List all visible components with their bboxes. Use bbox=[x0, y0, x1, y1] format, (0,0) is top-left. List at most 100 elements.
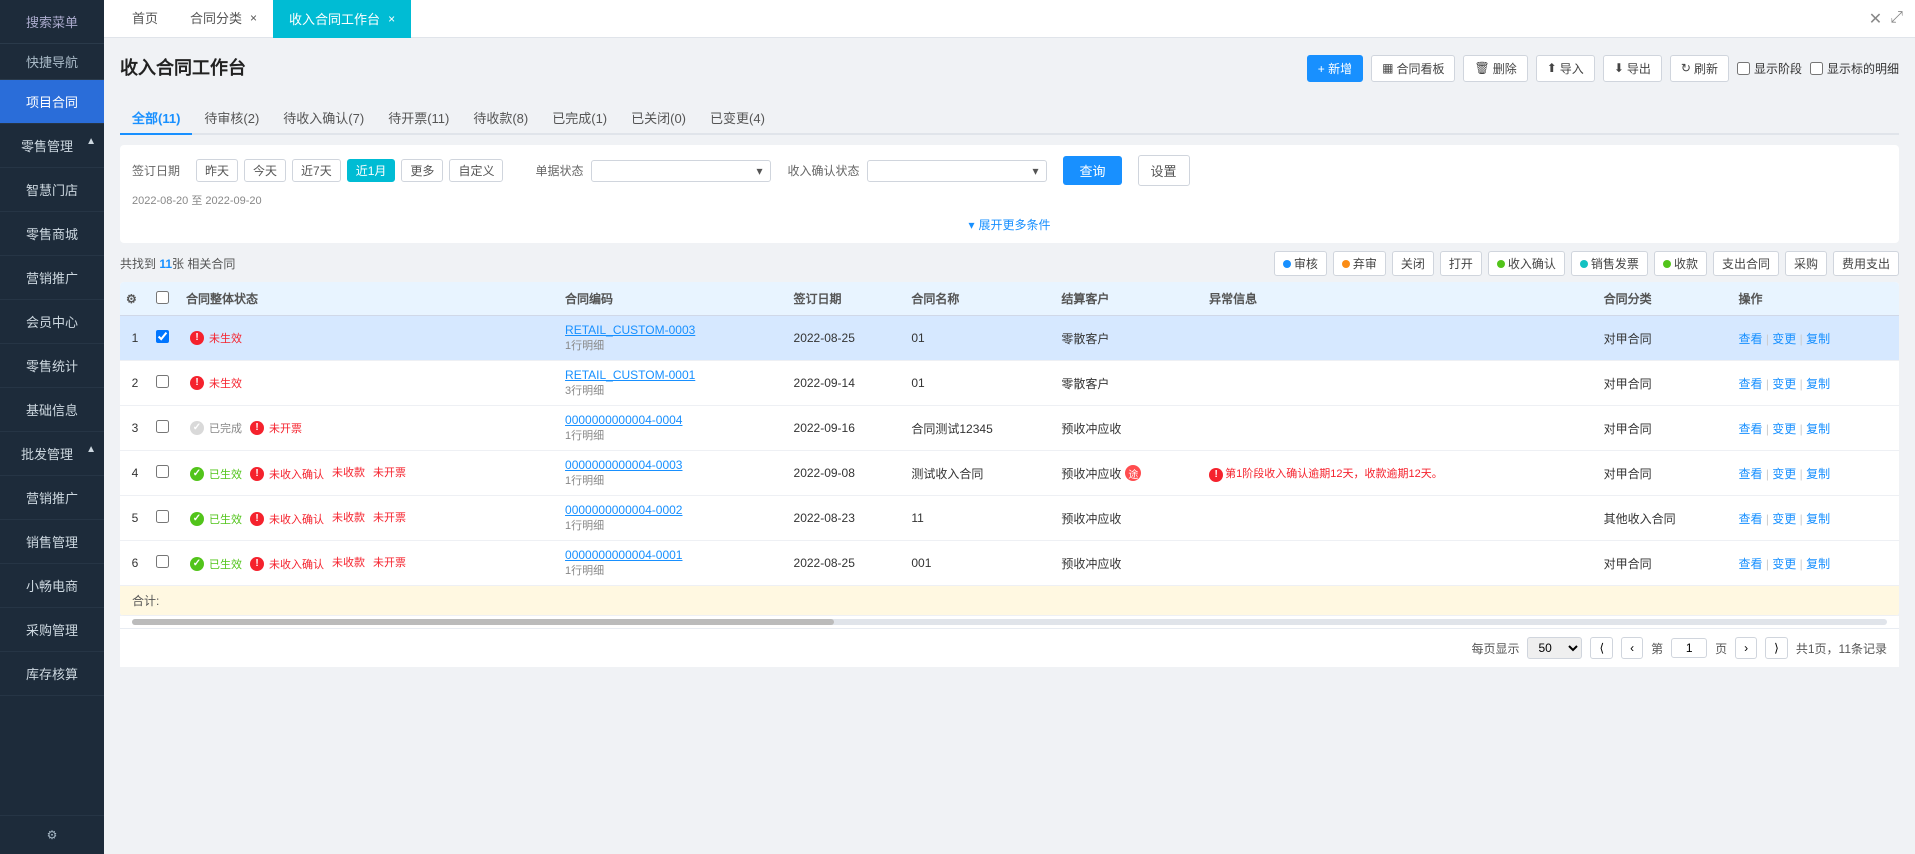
contract-code-link[interactable]: 0000000000004-0001 bbox=[565, 548, 682, 562]
row-checkbox[interactable] bbox=[150, 541, 180, 586]
edit-link[interactable]: 变更 bbox=[1772, 467, 1796, 481]
sidebar-item-基础信息[interactable]: 基础信息 bbox=[0, 388, 104, 432]
action-btn-收款[interactable]: 收款 bbox=[1654, 251, 1707, 276]
edit-link[interactable]: 变更 bbox=[1772, 422, 1796, 436]
subtab-已关闭(0)[interactable]: 已关闭(0) bbox=[619, 102, 698, 135]
contract-code-link[interactable]: 0000000000004-0004 bbox=[565, 413, 682, 427]
sidebar-item-库存核算[interactable]: 库存核算 bbox=[0, 652, 104, 696]
view-link[interactable]: 查看 bbox=[1738, 377, 1762, 391]
sidebar-item-小畅电商[interactable]: 小畅电商 bbox=[0, 564, 104, 608]
col-checkbox[interactable] bbox=[150, 282, 180, 316]
confirm-status-select[interactable]: ▾ bbox=[867, 160, 1047, 182]
edit-link[interactable]: 变更 bbox=[1772, 557, 1796, 571]
setting-button[interactable]: 设置 bbox=[1138, 155, 1190, 186]
contract-code-link[interactable]: RETAIL_CUSTOM-0001 bbox=[565, 368, 695, 382]
action-btn-收入确认[interactable]: 收入确认 bbox=[1488, 251, 1565, 276]
add-button[interactable]: + 新增 bbox=[1307, 55, 1363, 82]
subtab-待审核(2)[interactable]: 待审核(2) bbox=[192, 102, 271, 135]
close-tab-icon[interactable]: × bbox=[250, 11, 257, 25]
contract-code-link[interactable]: RETAIL_CUSTOM-0003 bbox=[565, 323, 695, 337]
sidebar-item-会员中心[interactable]: 会员中心 bbox=[0, 300, 104, 344]
subtab-待开票(11)[interactable]: 待开票(11) bbox=[376, 102, 461, 135]
page-input[interactable] bbox=[1671, 638, 1707, 658]
doc-status-select[interactable]: ▾ bbox=[591, 160, 771, 182]
copy-link[interactable]: 复制 bbox=[1806, 332, 1830, 346]
date-filter-btn-更多[interactable]: 更多 bbox=[401, 159, 443, 182]
tab-首页[interactable]: 首页 bbox=[116, 0, 174, 38]
import-button[interactable]: ⬆ 导入 bbox=[1536, 55, 1595, 82]
date-filter-btn-近7天[interactable]: 近7天 bbox=[292, 159, 341, 182]
refresh-button[interactable]: ↻ 刷新 bbox=[1670, 55, 1729, 82]
date-filter-btn-自定义[interactable]: 自定义 bbox=[449, 159, 503, 182]
action-btn-打开[interactable]: 打开 bbox=[1440, 251, 1482, 276]
action-btn-弃审[interactable]: 弃审 bbox=[1333, 251, 1386, 276]
last-page-button[interactable]: ⟩ bbox=[1765, 637, 1788, 659]
subtab-待收款(8)[interactable]: 待收款(8) bbox=[461, 102, 540, 135]
subtab-待收入确认(7)[interactable]: 待收入确认(7) bbox=[271, 102, 376, 135]
subtab-已完成(1)[interactable]: 已完成(1) bbox=[540, 102, 619, 135]
next-page-button[interactable]: › bbox=[1735, 637, 1757, 659]
sidebar-quick-nav[interactable]: 快捷导航 bbox=[0, 44, 104, 80]
query-button[interactable]: 查询 bbox=[1063, 156, 1121, 185]
view-link[interactable]: 查看 bbox=[1738, 422, 1762, 436]
sidebar-item-批发管理[interactable]: 批发管理▲ bbox=[0, 432, 104, 476]
action-btn-费用支出[interactable]: 费用支出 bbox=[1833, 251, 1899, 276]
view-link[interactable]: 查看 bbox=[1738, 557, 1762, 571]
action-btn-销售发票[interactable]: 销售发票 bbox=[1571, 251, 1648, 276]
row-checkbox[interactable] bbox=[150, 451, 180, 496]
sidebar-search[interactable]: 搜索菜单 bbox=[0, 0, 104, 44]
col-settings[interactable]: ⚙ bbox=[120, 282, 150, 316]
contract-code-link[interactable]: 0000000000004-0003 bbox=[565, 458, 682, 472]
subtab-已变更(4)[interactable]: 已变更(4) bbox=[698, 102, 777, 135]
copy-link[interactable]: 复制 bbox=[1806, 557, 1830, 571]
table-row: 3✓已完成!未开票0000000000004-00041行明细2022-09-1… bbox=[120, 406, 1899, 451]
maximize-window-icon[interactable]: ⤢ bbox=[1890, 9, 1903, 29]
close-window-icon[interactable]: ✕ bbox=[1869, 9, 1882, 29]
row-checkbox[interactable] bbox=[150, 361, 180, 406]
action-btn-支出合同[interactable]: 支出合同 bbox=[1713, 251, 1779, 276]
subtab-全部(11)[interactable]: 全部(11) bbox=[120, 102, 192, 135]
delete-button[interactable]: 🗑 删除 bbox=[1463, 55, 1527, 82]
sidebar-item-零售管理[interactable]: 零售管理▲ bbox=[0, 124, 104, 168]
copy-link[interactable]: 复制 bbox=[1806, 422, 1830, 436]
action-btn-关闭[interactable]: 关闭 bbox=[1392, 251, 1434, 276]
sidebar-item-采购管理[interactable]: 采购管理 bbox=[0, 608, 104, 652]
date-filter-btn-近1月[interactable]: 近1月 bbox=[347, 159, 396, 182]
edit-link[interactable]: 变更 bbox=[1772, 512, 1796, 526]
prev-page-button[interactable]: ‹ bbox=[1621, 637, 1643, 659]
expand-filter-button[interactable]: ▾ 展开更多条件 bbox=[968, 216, 1050, 233]
edit-link[interactable]: 变更 bbox=[1772, 332, 1796, 346]
sidebar-item-营销推广[interactable]: 营销推广 bbox=[0, 476, 104, 520]
view-link[interactable]: 查看 bbox=[1738, 512, 1762, 526]
row-checkbox[interactable] bbox=[150, 316, 180, 361]
view-link[interactable]: 查看 bbox=[1738, 332, 1762, 346]
sidebar-settings[interactable]: ⚙ bbox=[0, 815, 104, 854]
show-stages-checkbox[interactable]: 显示阶段 bbox=[1737, 60, 1802, 77]
row-checkbox[interactable] bbox=[150, 406, 180, 451]
copy-link[interactable]: 复制 bbox=[1806, 377, 1830, 391]
action-btn-审核[interactable]: 审核 bbox=[1274, 251, 1327, 276]
first-page-button[interactable]: ⟨ bbox=[1590, 637, 1613, 659]
per-page-select[interactable]: 50 20 100 bbox=[1527, 637, 1582, 659]
show-labels-checkbox[interactable]: 显示标的明细 bbox=[1810, 60, 1899, 77]
view-link[interactable]: 查看 bbox=[1738, 467, 1762, 481]
sidebar-item-零售统计[interactable]: 零售统计 bbox=[0, 344, 104, 388]
sidebar-item-智慧门店[interactable]: 智慧门店 bbox=[0, 168, 104, 212]
contract-code-link[interactable]: 0000000000004-0002 bbox=[565, 503, 682, 517]
sidebar-item-营销推广[interactable]: 营销推广 bbox=[0, 256, 104, 300]
edit-link[interactable]: 变更 bbox=[1772, 377, 1796, 391]
date-filter-btn-今天[interactable]: 今天 bbox=[244, 159, 286, 182]
sidebar-item-零售商城[interactable]: 零售商城 bbox=[0, 212, 104, 256]
row-checkbox[interactable] bbox=[150, 496, 180, 541]
sidebar-item-销售管理[interactable]: 销售管理 bbox=[0, 520, 104, 564]
close-tab-icon[interactable]: × bbox=[388, 12, 395, 26]
sidebar-item-项目合同[interactable]: 项目合同 bbox=[0, 80, 104, 124]
export-button[interactable]: ⬇ 导出 bbox=[1603, 55, 1662, 82]
date-filter-btn-昨天[interactable]: 昨天 bbox=[196, 159, 238, 182]
copy-link[interactable]: 复制 bbox=[1806, 512, 1830, 526]
action-btn-采购[interactable]: 采购 bbox=[1785, 251, 1827, 276]
tab-收入合同工作台[interactable]: 收入合同工作台× bbox=[273, 0, 411, 38]
contract-board-button[interactable]: ▦ 合同看板 bbox=[1371, 55, 1455, 82]
tab-合同分类[interactable]: 合同分类× bbox=[174, 0, 273, 38]
copy-link[interactable]: 复制 bbox=[1806, 467, 1830, 481]
